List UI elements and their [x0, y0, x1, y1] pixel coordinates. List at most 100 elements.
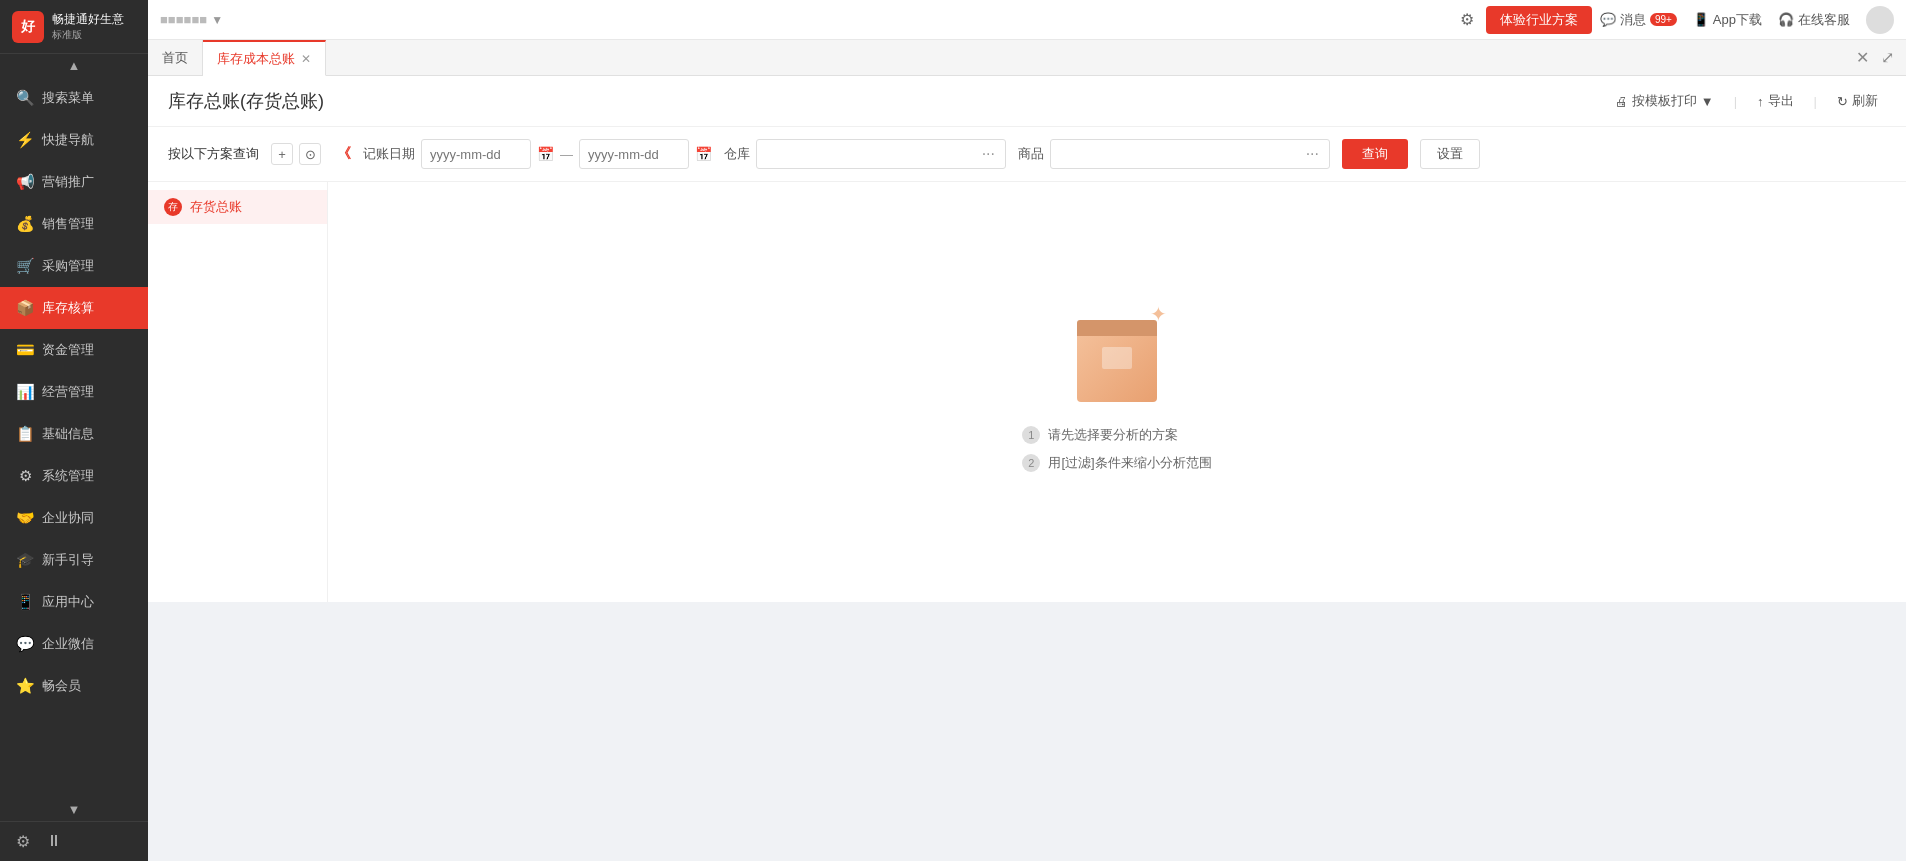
system-icon: ⚙ [16, 467, 34, 485]
marketing-icon: 📢 [16, 173, 34, 191]
app-logo-icon: 好 [12, 11, 44, 43]
online-support-button[interactable]: 🎧 在线客服 [1778, 11, 1850, 29]
warehouse-select[interactable]: ··· [756, 139, 1006, 169]
hint-num-1: 1 [1022, 426, 1040, 444]
finance-icon: 💳 [16, 341, 34, 359]
sidebar-item-purchase[interactable]: 🛒 采购管理 [0, 245, 148, 287]
empty-hint-2: 2 用[过滤]条件来缩小分析范围 [1022, 454, 1211, 472]
filter-add-button[interactable]: + [271, 143, 293, 165]
sidebar-scroll-up[interactable]: ▲ [0, 54, 148, 77]
sidebar-item-member[interactable]: ⭐ 畅会员 [0, 665, 148, 707]
query-button[interactable]: 查询 [1342, 139, 1408, 169]
filter-area: 按以下方案查询 + ⊙ 《 记账日期 📅 — 📅 [148, 127, 1906, 182]
sidebar-item-appcenter[interactable]: 📱 应用中心 [0, 581, 148, 623]
filter-manage-button[interactable]: ⊙ [299, 143, 321, 165]
tab-home[interactable]: 首页 [148, 40, 203, 76]
sidebar-item-sales[interactable]: 💰 销售管理 [0, 203, 148, 245]
message-badge: 99+ [1650, 13, 1677, 26]
sidebar-scroll-down[interactable]: ▼ [0, 798, 148, 821]
goods-filter-label: 商品 [1018, 145, 1044, 163]
print-dropdown-icon: ▼ [1701, 94, 1714, 109]
trial-industry-button[interactable]: 体验行业方案 [1486, 6, 1592, 34]
hint-num-2: 2 [1022, 454, 1040, 472]
breadcrumb-arrow: ▼ [211, 13, 223, 27]
print-template-button[interactable]: 🖨 按模板打印 ▼ [1607, 88, 1722, 114]
date-separator: — [560, 147, 573, 162]
tab-close-all-button[interactable]: ✕ [1852, 44, 1873, 71]
sidebar-item-search[interactable]: 🔍 搜索菜单 [0, 77, 148, 119]
warehouse-filter-field: 仓库 ··· [724, 139, 1006, 169]
date-to-input[interactable] [579, 139, 689, 169]
scheme-item-icon: 存 [164, 198, 182, 216]
sidebar-item-operations[interactable]: 📊 经营管理 [0, 371, 148, 413]
sidebar-item-marketing[interactable]: 📢 营销推广 [0, 161, 148, 203]
app-download-button[interactable]: 📱 App下载 [1693, 11, 1762, 29]
sidebar-item-wechat[interactable]: 💬 企业微信 [0, 623, 148, 665]
newbie-icon: 🎓 [16, 551, 34, 569]
action-separator-1: | [1734, 94, 1737, 109]
goods-filter-field: 商品 ··· [1018, 139, 1330, 169]
export-button[interactable]: ↑ 导出 [1749, 88, 1802, 114]
tab-inventory-ledger[interactable]: 库存成本总账 ✕ [203, 40, 326, 76]
message-icon: 💬 [1600, 12, 1616, 27]
sidebar-item-quicknav[interactable]: ⚡ 快捷导航 [0, 119, 148, 161]
page-panel: 库存总账(存货总账) 🖨 按模板打印 ▼ | ↑ 导出 | ↻ [148, 76, 1906, 602]
enterprise-icon: 🤝 [16, 509, 34, 527]
page-header: 库存总账(存货总账) 🖨 按模板打印 ▼ | ↑ 导出 | ↻ [148, 76, 1906, 127]
refresh-button[interactable]: ↻ 刷新 [1829, 88, 1886, 114]
sales-icon: 💰 [16, 215, 34, 233]
sidebar-logo: 好 畅捷通好生意 标准版 [0, 0, 148, 54]
date-from-calendar-icon[interactable]: 📅 [537, 146, 554, 162]
warehouse-more-icon[interactable]: ··· [982, 145, 995, 163]
app-logo-text: 畅捷通好生意 标准版 [52, 12, 124, 41]
sidebar-item-basics[interactable]: 📋 基础信息 [0, 413, 148, 455]
user-avatar[interactable] [1866, 6, 1894, 34]
breadcrumb: ■■■■■■ ▼ [160, 12, 1448, 27]
breadcrumb-home: ■■■■■■ [160, 12, 207, 27]
tabs-bar: 首页 库存成本总账 ✕ ✕ ⤢ [148, 40, 1906, 76]
filter-row: 按以下方案查询 + ⊙ 《 记账日期 📅 — 📅 [168, 139, 1886, 169]
sidebar-bottom-bar: ⚙ ⏸ [0, 821, 148, 861]
empty-box [1077, 332, 1157, 402]
date-from-input[interactable] [421, 139, 531, 169]
goods-more-icon[interactable]: ··· [1306, 145, 1319, 163]
app-download-icon: 📱 [1693, 12, 1709, 27]
sidebar-item-inventory[interactable]: 📦 库存核算 [0, 287, 148, 329]
inventory-icon: 📦 [16, 299, 34, 317]
message-button[interactable]: 💬 消息 99+ [1600, 11, 1677, 29]
page-header-actions: 🖨 按模板打印 ▼ | ↑ 导出 | ↻ 刷新 [1607, 88, 1886, 114]
topbar-right-actions: 💬 消息 99+ 📱 App下载 🎧 在线客服 [1600, 6, 1894, 34]
settings-button[interactable]: 设置 [1420, 139, 1480, 169]
search-icon: 🔍 [16, 89, 34, 107]
tabs-right-controls: ✕ ⤢ [1852, 44, 1906, 71]
scheme-item-inventory-ledger[interactable]: 存 存货总账 [148, 190, 327, 224]
export-icon: ↑ [1757, 94, 1764, 109]
filter-collapse-button[interactable]: 《 [337, 145, 351, 163]
sidebar-item-newbie[interactable]: 🎓 新手引导 [0, 539, 148, 581]
basics-icon: 📋 [16, 425, 34, 443]
goods-select[interactable]: ··· [1050, 139, 1330, 169]
topbar-settings-icon[interactable]: ⚙ [1456, 6, 1478, 33]
quicknav-icon: ⚡ [16, 131, 34, 149]
date-filter-label: 记账日期 [363, 145, 415, 163]
sidebar-item-enterprise[interactable]: 🤝 企业协同 [0, 497, 148, 539]
filter-scheme-actions: + ⊙ [271, 143, 321, 165]
topbar: ■■■■■■ ▼ ⚙ 体验行业方案 💬 消息 99+ 📱 App下载 🎧 在线客… [148, 0, 1906, 40]
sidebar-item-finance[interactable]: 💳 资金管理 [0, 329, 148, 371]
purchase-icon: 🛒 [16, 257, 34, 275]
tab-close-icon[interactable]: ✕ [301, 52, 311, 66]
main-area: ■■■■■■ ▼ ⚙ 体验行业方案 💬 消息 99+ 📱 App下载 🎧 在线客… [148, 0, 1906, 861]
page-title: 库存总账(存货总账) [168, 89, 324, 113]
page-content: 库存总账(存货总账) 🖨 按模板打印 ▼ | ↑ 导出 | ↻ [148, 76, 1906, 861]
action-separator-2: | [1814, 94, 1817, 109]
sidebar-item-system[interactable]: ⚙ 系统管理 [0, 455, 148, 497]
empty-illustration: ✦ [1057, 302, 1177, 402]
sound-bottom-icon[interactable]: ⏸ [46, 832, 62, 851]
date-to-calendar-icon[interactable]: 📅 [695, 146, 712, 162]
warehouse-filter-label: 仓库 [724, 145, 750, 163]
empty-hints: 1 请先选择要分析的方案 2 用[过滤]条件来缩小分析范围 [1022, 426, 1211, 482]
settings-bottom-icon[interactable]: ⚙ [16, 832, 30, 851]
print-icon: 🖨 [1615, 94, 1628, 109]
appcenter-icon: 📱 [16, 593, 34, 611]
tab-resize-button[interactable]: ⤢ [1877, 44, 1898, 71]
